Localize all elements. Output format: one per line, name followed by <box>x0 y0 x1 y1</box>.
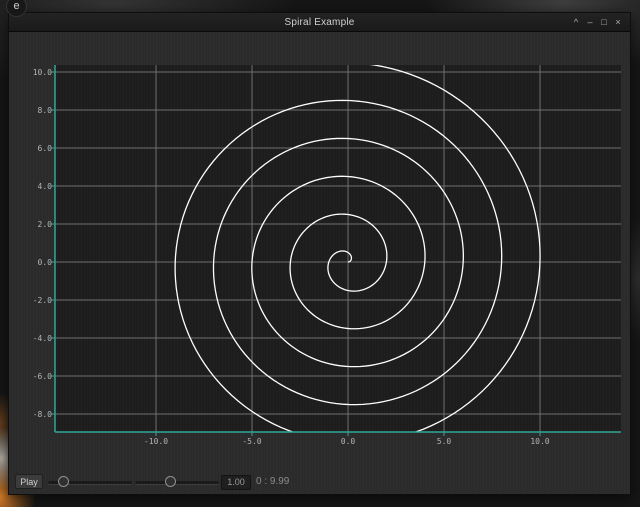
speed-slider-track[interactable] <box>135 481 219 485</box>
y-tick-label: 8.0 <box>38 106 53 115</box>
play-button[interactable]: Play <box>15 474 43 489</box>
y-tick-label: 10.0 <box>33 68 52 77</box>
window-title: Spiral Example <box>284 16 355 28</box>
x-tick-label: -10.0 <box>144 437 168 446</box>
shade-icon[interactable]: ^ <box>569 13 583 31</box>
position-slider[interactable] <box>46 473 134 491</box>
spiral-example-window: Spiral Example ^ – □ × 10.0 8.0 6.0 4.0 2.0 0… <box>8 12 631 495</box>
close-icon[interactable]: × <box>611 13 625 31</box>
y-tick-label: 2.0 <box>38 220 53 229</box>
x-tick-label: 10.0 <box>530 437 549 446</box>
y-tick-label: 6.0 <box>38 144 53 153</box>
y-tick-label: 0.0 <box>38 258 53 267</box>
time-range-label: 0 : 9.99 <box>256 476 290 487</box>
window-controls: ^ – □ × <box>569 13 625 31</box>
window-content: 10.0 8.0 6.0 4.0 2.0 0.0 -2.0 -4.0 -6.0 -8.0 -10.0… <box>9 32 630 494</box>
titlebar[interactable]: Spiral Example ^ – □ × <box>9 13 630 32</box>
maximize-icon[interactable]: □ <box>597 13 611 31</box>
plot-background <box>55 65 621 432</box>
y-tick-label: -4.0 <box>33 334 52 343</box>
speed-slider[interactable] <box>133 473 221 491</box>
speed-value-field[interactable]: 1.00 <box>221 475 251 490</box>
spiral-plot-canvas[interactable]: 10.0 8.0 6.0 4.0 2.0 0.0 -2.0 -4.0 -6.0 -8.0 -10.0… <box>9 32 630 494</box>
y-tick-label: -6.0 <box>33 372 52 381</box>
y-tick-label: -8.0 <box>33 410 52 419</box>
y-tick-label: -2.0 <box>33 296 52 305</box>
toolbar: Play 1.00 0 : 9.99 <box>15 472 624 492</box>
x-tick-label: 0.0 <box>341 437 356 446</box>
x-tick-label: -5.0 <box>242 437 261 446</box>
y-tick-label: 4.0 <box>38 182 53 191</box>
position-slider-handle[interactable] <box>57 476 69 487</box>
x-tick-label: 5.0 <box>437 437 452 446</box>
minimize-icon[interactable]: – <box>583 13 597 31</box>
speed-slider-handle[interactable] <box>165 476 177 487</box>
